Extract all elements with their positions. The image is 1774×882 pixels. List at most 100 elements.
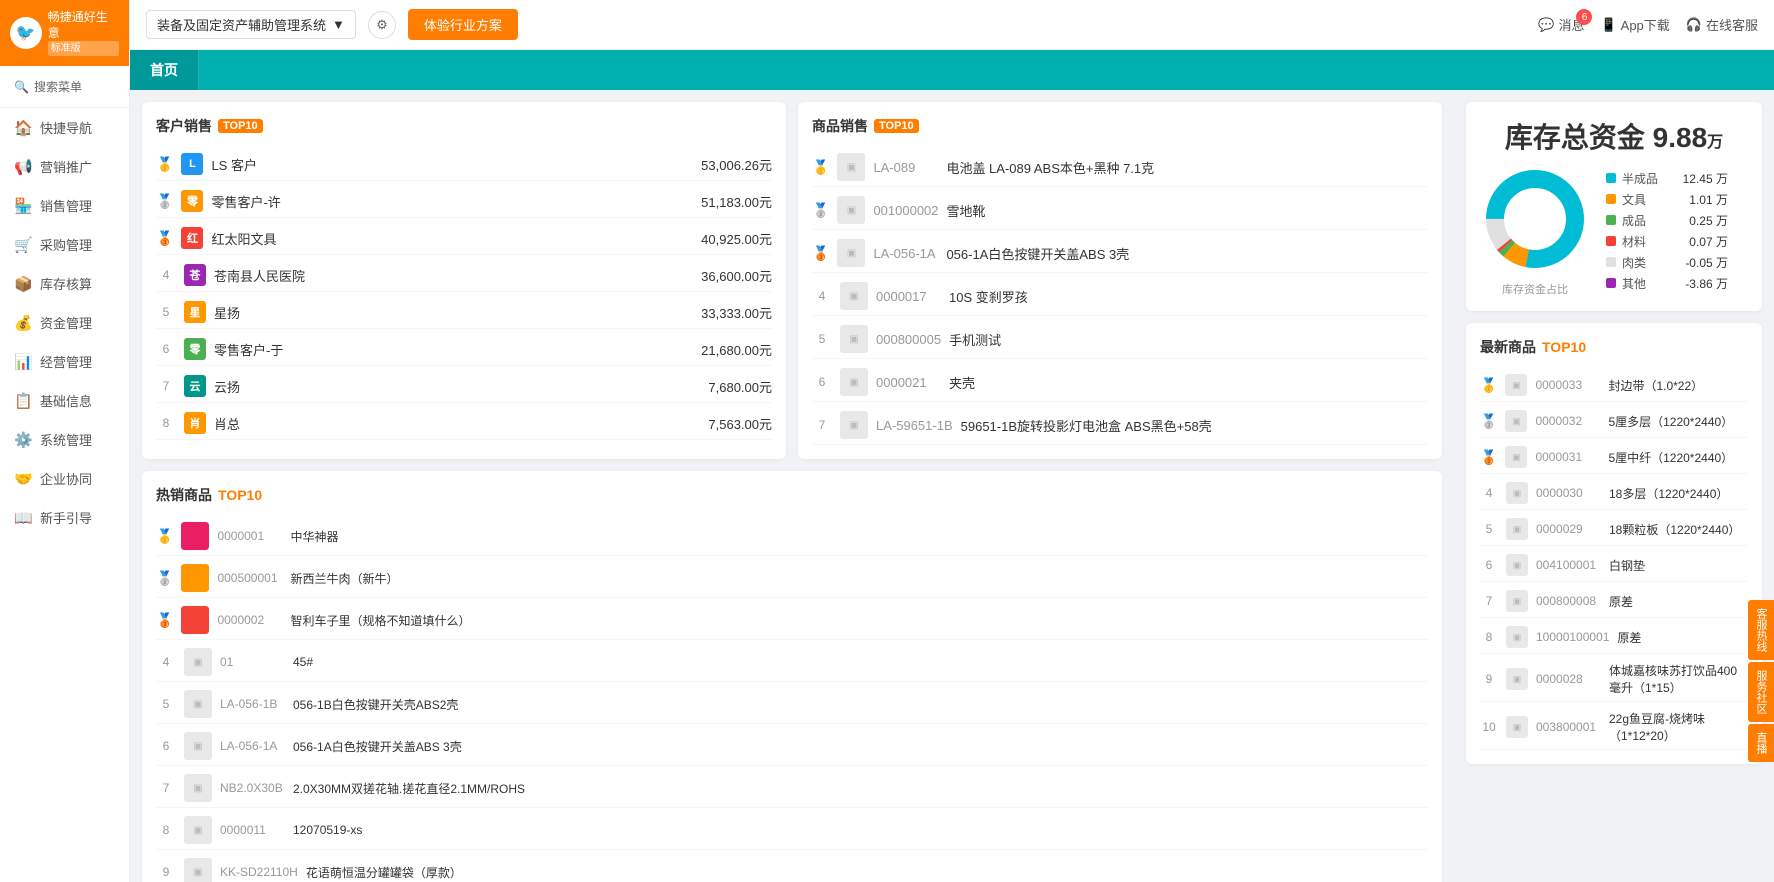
product-thumb: ▣ xyxy=(184,690,212,718)
new-product-item: 9▣0000028体城嘉核味苏打饮品400毫升（1*15） xyxy=(1480,657,1748,702)
product-name: 手机测试 xyxy=(949,330,1428,349)
hot-product-item: 6▣LA-056-1A056-1A白色按键开关盖ABS 3壳 xyxy=(156,727,1428,766)
rank-name: 肖总 xyxy=(214,414,700,433)
rank-number: 5 xyxy=(1480,522,1498,536)
product-thumb: ▣ xyxy=(837,239,865,267)
sidebar-item-basics[interactable]: 📋基础信息 xyxy=(0,381,129,420)
product-name: 45# xyxy=(293,655,1428,669)
logo-badge: 标准版 xyxy=(48,41,119,56)
product-thumb: ▣ xyxy=(184,648,212,676)
search-menu-area[interactable]: 🔍 搜索菜单 xyxy=(0,66,129,108)
hot-product-item: 7▣NB2.0X30B2.0X30MM双搓花轴.搓花直径2.1MM/ROHS xyxy=(156,769,1428,808)
product-sales-item: 5▣000800005手机测试 xyxy=(812,320,1428,359)
main-container: 装备及固定资产辅助管理系统 ▼ ⚙ 体验行业方案 💬 消息 6 📱 App下载 … xyxy=(130,0,1774,882)
legend-label: 成品 xyxy=(1622,212,1662,229)
sidebar-item-cooperation[interactable]: 🤝企业协同 xyxy=(0,459,129,498)
product-code: 0000011 xyxy=(220,823,285,837)
float-service-button[interactable]: 直播 xyxy=(1748,724,1774,762)
new-product-item: 8▣10000100001原差 xyxy=(1480,621,1748,654)
rank-number: 7 xyxy=(156,781,176,795)
product-code: 0000021 xyxy=(876,375,941,390)
np-name: 18颗粒板（1220*2440） xyxy=(1609,521,1748,538)
legend-dot xyxy=(1606,236,1616,246)
service-button[interactable]: 🎧 在线客服 xyxy=(1686,15,1758,34)
rank-value: 21,680.00元 xyxy=(701,340,772,359)
np-thumb: ▣ xyxy=(1506,626,1528,648)
rank-number: 5 xyxy=(156,697,176,711)
sidebar-item-purchase[interactable]: 🛒采购管理 xyxy=(0,225,129,264)
inventory-panel: 库存总资金 9.88万 xyxy=(1466,102,1762,311)
search-icon: 🔍 xyxy=(14,80,29,94)
new-product-item: 5▣000002918颗粒板（1220*2440） xyxy=(1480,513,1748,546)
new-products-list: 🥇▣0000033封边带（1.0*22）🥈▣00000325厘多层（1220*2… xyxy=(1480,369,1748,750)
rank-medal: 🥇 xyxy=(812,159,829,176)
product-code: 0000002 xyxy=(217,613,282,627)
trial-button[interactable]: 体验行业方案 xyxy=(408,9,518,40)
hot-product-item: 8▣000001112070519-xs xyxy=(156,811,1428,850)
hot-product-item: 4▣0145# xyxy=(156,643,1428,682)
product-code: 000500001 xyxy=(217,571,282,585)
sidebar-item-sales[interactable]: 🏪销售管理 xyxy=(0,186,129,225)
float-service-button[interactable]: 服务社区 xyxy=(1748,662,1774,722)
settings-button[interactable]: ⚙ xyxy=(368,11,396,39)
app-download-button[interactable]: 📱 App下载 xyxy=(1600,15,1669,34)
sidebar-item-system[interactable]: ⚙️系统管理 xyxy=(0,420,129,459)
sidebar-item-label: 资金管理 xyxy=(40,313,92,332)
sidebar-item-guide[interactable]: 📖新手引导 xyxy=(0,498,129,537)
system-selector[interactable]: 装备及固定资产辅助管理系统 ▼ xyxy=(146,10,356,39)
new-product-item: 6▣004100001白钢垫 xyxy=(1480,549,1748,582)
legend-label: 半成品 xyxy=(1622,170,1662,187)
product-thumb: ▣ xyxy=(184,816,212,844)
purchase-icon: 🛒 xyxy=(14,236,32,254)
message-button[interactable]: 💬 消息 6 xyxy=(1538,15,1584,34)
legend-value: 0.25 万 xyxy=(1668,212,1728,229)
product-sales-item: 🥉▣LA-056-1A056-1A白色按键开关盖ABS 3壳 xyxy=(812,234,1428,273)
rank-medal: 🥉 xyxy=(156,612,173,629)
float-service-button[interactable]: 客服热线 xyxy=(1748,600,1774,660)
basics-icon: 📋 xyxy=(14,392,32,410)
np-code: 004100001 xyxy=(1536,558,1601,572)
product-code: 0000017 xyxy=(876,289,941,304)
customer-top10-badge: TOP10 xyxy=(218,119,263,133)
rank-value: 51,183.00元 xyxy=(701,192,772,211)
product-name: 夹壳 xyxy=(949,373,1428,392)
tab-home[interactable]: 首页 xyxy=(130,50,199,90)
message-badge: 6 xyxy=(1576,9,1592,25)
new-product-item: 🥈▣00000325厘多层（1220*2440） xyxy=(1480,405,1748,438)
sidebar: 🐦 畅捷通好生意 标准版 🔍 搜索菜单 🏠快捷导航📢营销推广🏪销售管理🛒采购管理… xyxy=(0,0,130,882)
sidebar-item-operations[interactable]: 📊经营管理 xyxy=(0,342,129,381)
legend-label: 文具 xyxy=(1622,191,1662,208)
legend-dot xyxy=(1606,215,1616,225)
rank-name: 云扬 xyxy=(214,377,700,396)
product-sales-panel: 商品销售TOP10 🥇▣LA-089电池盖 LA-089 ABS本色+黑种 7.… xyxy=(798,102,1442,459)
legend-label: 肉类 xyxy=(1622,254,1662,271)
product-code: LA-056-1A xyxy=(873,246,938,261)
hot-products-title: 热销商品 TOP10 xyxy=(156,485,1428,505)
product-name: 花语萌恒温分罐罐袋（厚款） xyxy=(306,864,1428,881)
sidebar-item-marketing[interactable]: 📢营销推广 xyxy=(0,147,129,186)
rank-value: 53,006.26元 xyxy=(701,155,772,174)
sidebar-item-quick-nav[interactable]: 🏠快捷导航 xyxy=(0,108,129,147)
product-code: NB2.0X30B xyxy=(220,781,285,795)
rank-value: 33,333.00元 xyxy=(701,303,772,322)
rank-number: 6 xyxy=(1480,558,1498,572)
product-name: 056-1A白色按键开关盖ABS 3壳 xyxy=(946,244,1428,263)
legend-value: -0.05 万 xyxy=(1668,254,1728,271)
content-area: 客户销售TOP10 🥇LLS 客户53,006.26元🥈零零售客户-许51,18… xyxy=(130,90,1774,882)
rank-value: 36,600.00元 xyxy=(701,266,772,285)
rank-medal: 🥇 xyxy=(156,156,173,173)
np-thumb: ▣ xyxy=(1506,716,1528,738)
sidebar-item-inventory[interactable]: 📦库存核算 xyxy=(0,264,129,303)
logo-text: 畅捷通好生意 标准版 xyxy=(48,10,119,56)
topbar-right: 💬 消息 6 📱 App下载 🎧 在线客服 xyxy=(1538,15,1758,34)
nav-menu: 🏠快捷导航📢营销推广🏪销售管理🛒采购管理📦库存核算💰资金管理📊经营管理📋基础信息… xyxy=(0,108,129,537)
product-sales-item: 4▣000001710S 变刹罗孩 xyxy=(812,277,1428,316)
rank-number: 8 xyxy=(156,416,176,430)
sidebar-item-label: 快捷导航 xyxy=(40,118,92,137)
sidebar-item-finance[interactable]: 💰资金管理 xyxy=(0,303,129,342)
rank-number: 5 xyxy=(812,332,832,346)
product-name: 智利车子里（规格不知道填什么） xyxy=(290,612,1428,629)
rank-medal: 🥈 xyxy=(156,570,173,587)
search-menu-button[interactable]: 🔍 搜索菜单 xyxy=(8,74,121,99)
product-code: LA-089 xyxy=(873,160,938,175)
